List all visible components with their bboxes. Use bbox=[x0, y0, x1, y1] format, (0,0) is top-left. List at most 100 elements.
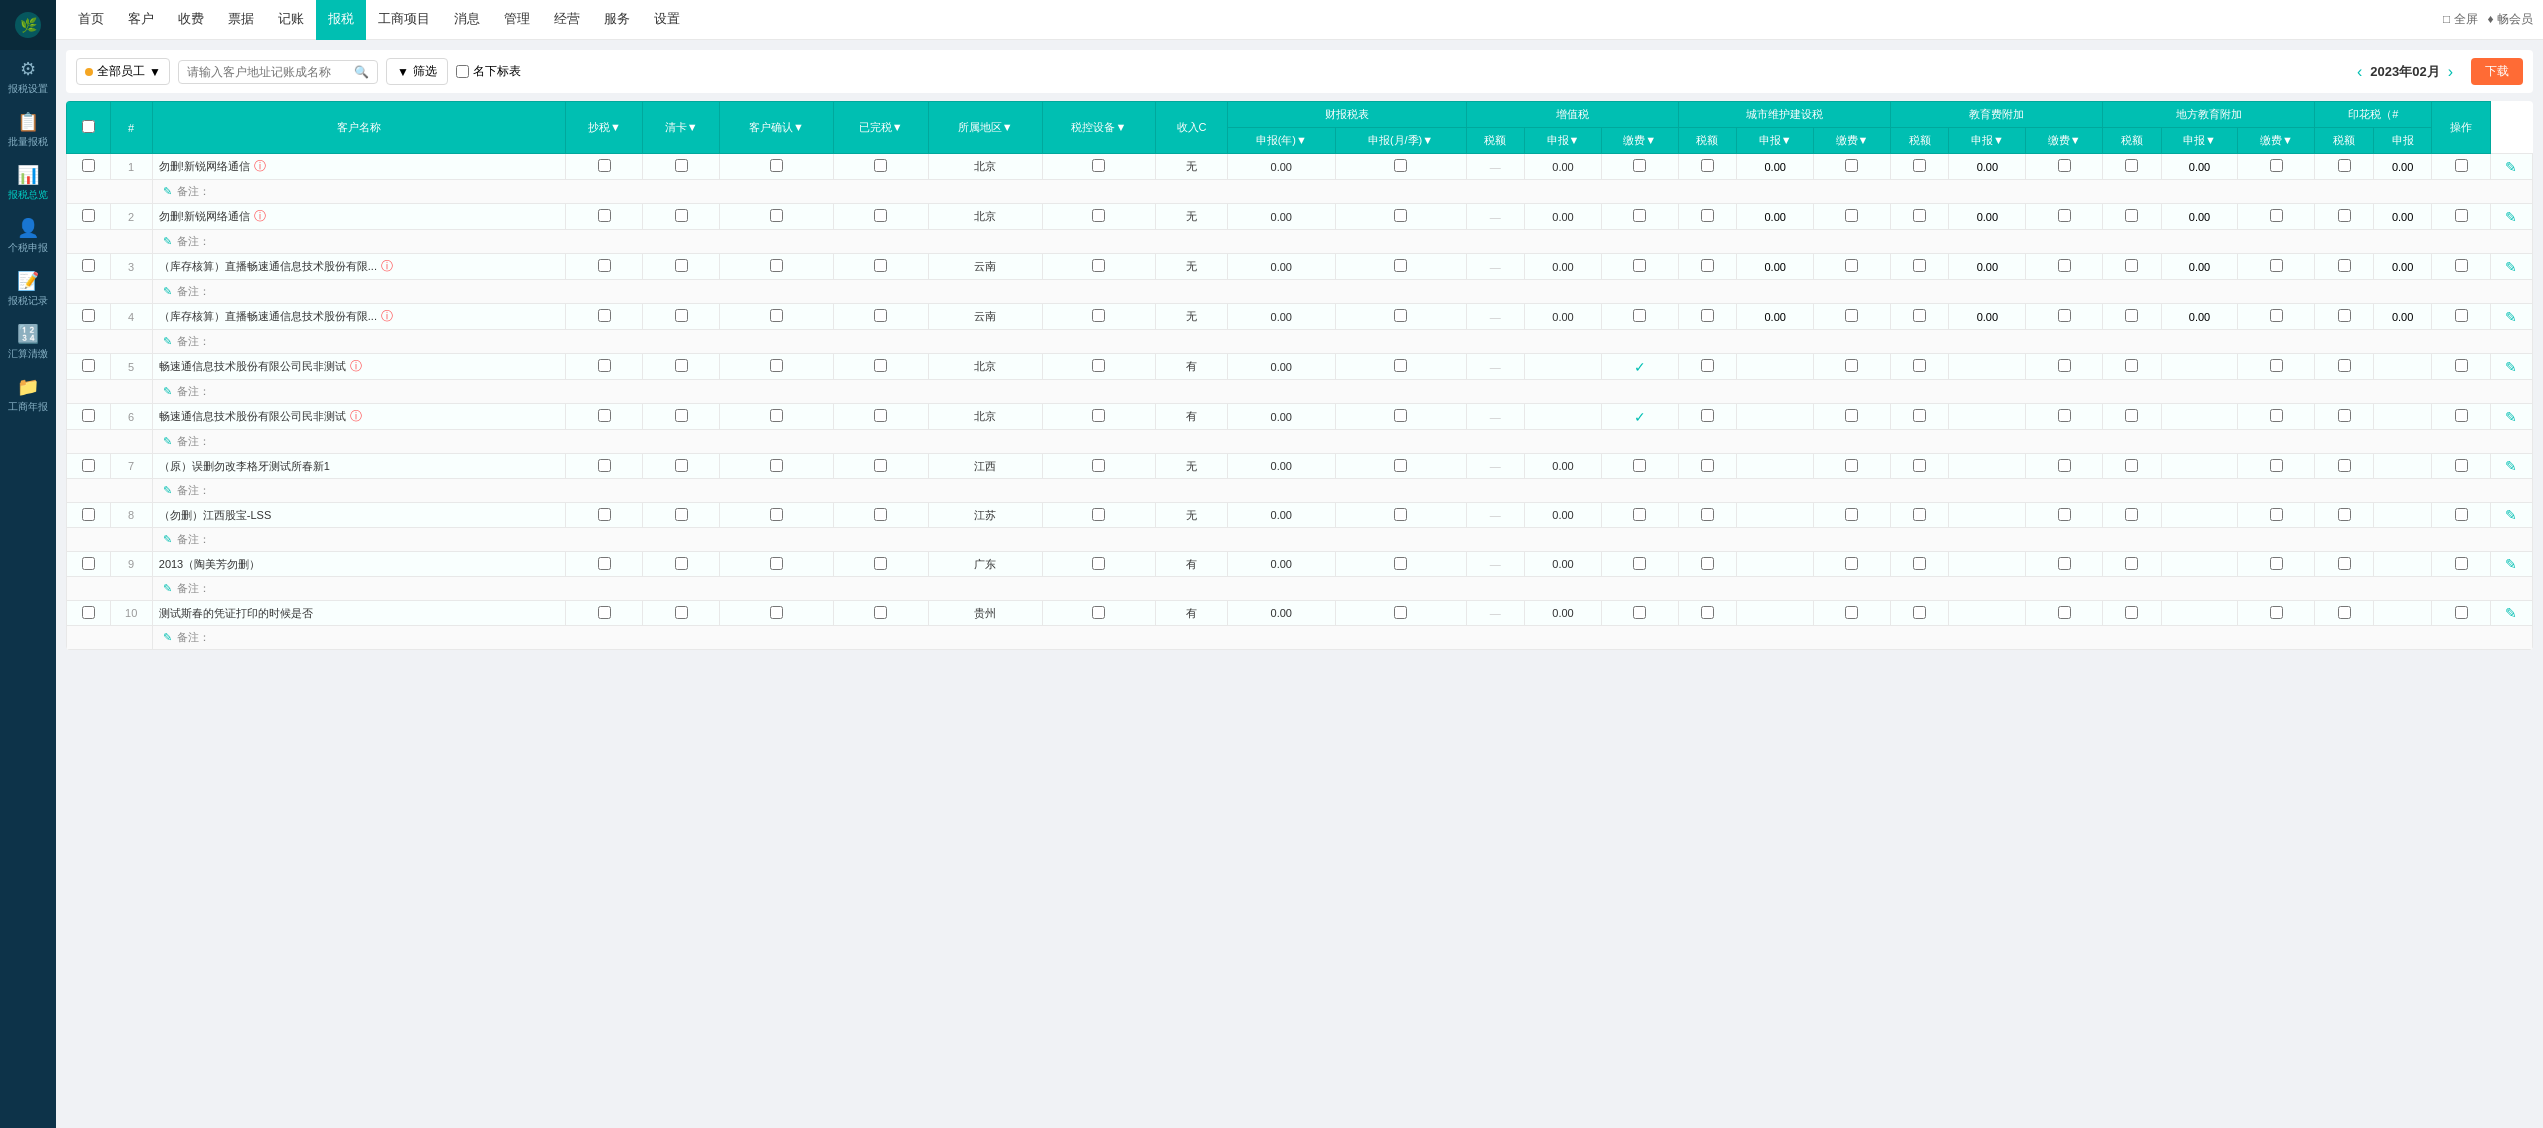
row-checkbox[interactable] bbox=[82, 309, 95, 322]
vat-paid-check[interactable] bbox=[1701, 409, 1714, 422]
tax-device-check[interactable] bbox=[1092, 159, 1105, 172]
sidebar-item-batch-tax[interactable]: 📋 批量报税 bbox=[0, 103, 56, 156]
sidebar-item-settlement[interactable]: 🔢 汇算清缴 bbox=[0, 315, 56, 368]
remark-edit-icon[interactable]: ✎ bbox=[163, 235, 172, 247]
edit-icon[interactable]: ✎ bbox=[2505, 309, 2517, 325]
employee-select[interactable]: 全部员工 ▼ bbox=[76, 58, 170, 85]
confirm-check[interactable] bbox=[770, 557, 783, 570]
filed-check[interactable] bbox=[874, 606, 887, 619]
vat-paid-check[interactable] bbox=[1701, 508, 1714, 521]
tax-copy-check[interactable] bbox=[598, 259, 611, 272]
confirm-check[interactable] bbox=[770, 159, 783, 172]
nav-receipt[interactable]: 票据 bbox=[216, 0, 266, 40]
local-edu-filed-check[interactable] bbox=[2270, 209, 2283, 222]
fullscreen-btn[interactable]: □ 全屏 bbox=[2443, 11, 2478, 28]
local-edu-paid-check[interactable] bbox=[2338, 606, 2351, 619]
city-paid-check[interactable] bbox=[1913, 259, 1926, 272]
edit-icon[interactable]: ✎ bbox=[2505, 556, 2517, 572]
confirm-check[interactable] bbox=[770, 409, 783, 422]
th-vat-paid[interactable]: 缴费▼ bbox=[1601, 128, 1678, 154]
clear-card-check[interactable] bbox=[675, 309, 688, 322]
edu-filed-check[interactable] bbox=[2058, 508, 2071, 521]
th-filed[interactable]: 已完税▼ bbox=[833, 102, 928, 154]
filter-button[interactable]: ▼ 筛选 bbox=[386, 58, 448, 85]
nav-management[interactable]: 管理 bbox=[492, 0, 542, 40]
row-checkbox[interactable] bbox=[82, 259, 95, 272]
edu-filed-check[interactable] bbox=[2058, 309, 2071, 322]
local-edu-filed-check[interactable] bbox=[2270, 409, 2283, 422]
city-filed-check[interactable] bbox=[1845, 606, 1858, 619]
stamp-filed-check[interactable] bbox=[2455, 159, 2468, 172]
th-local-edu-filed[interactable]: 申报▼ bbox=[2161, 128, 2238, 154]
edu-paid-check[interactable] bbox=[2125, 309, 2138, 322]
edu-paid-check[interactable] bbox=[2125, 459, 2138, 472]
local-edu-paid-check[interactable] bbox=[2338, 409, 2351, 422]
remark-edit-icon[interactable]: ✎ bbox=[163, 484, 172, 496]
fin-year-check[interactable] bbox=[1394, 309, 1407, 322]
name-tag-input[interactable] bbox=[456, 65, 469, 78]
select-all-checkbox[interactable] bbox=[82, 120, 95, 133]
clear-card-check[interactable] bbox=[675, 459, 688, 472]
clear-card-check[interactable] bbox=[675, 209, 688, 222]
vat-paid-check[interactable] bbox=[1701, 259, 1714, 272]
local-edu-paid-check[interactable] bbox=[2338, 159, 2351, 172]
th-city-filed[interactable]: 申报▼ bbox=[1737, 128, 1814, 154]
vat-filed-check[interactable] bbox=[1633, 159, 1646, 172]
th-edu-filed[interactable]: 申报▼ bbox=[1949, 128, 2026, 154]
local-edu-filed-check[interactable] bbox=[2270, 359, 2283, 372]
fin-year-check[interactable] bbox=[1394, 557, 1407, 570]
edu-filed-check[interactable] bbox=[2058, 359, 2071, 372]
nav-bookkeeping[interactable]: 记账 bbox=[266, 0, 316, 40]
confirm-check[interactable] bbox=[770, 606, 783, 619]
nav-home[interactable]: 首页 bbox=[66, 0, 116, 40]
stamp-filed-check[interactable] bbox=[2455, 309, 2468, 322]
tax-copy-check[interactable] bbox=[598, 309, 611, 322]
fin-year-check[interactable] bbox=[1394, 359, 1407, 372]
error-icon[interactable]: ⓘ bbox=[381, 259, 393, 273]
row-checkbox[interactable] bbox=[82, 508, 95, 521]
member-btn[interactable]: ♦ 畅会员 bbox=[2488, 11, 2533, 28]
local-edu-paid-check[interactable] bbox=[2338, 459, 2351, 472]
filed-check[interactable] bbox=[874, 159, 887, 172]
tax-copy-check[interactable] bbox=[598, 606, 611, 619]
local-edu-filed-check[interactable] bbox=[2270, 557, 2283, 570]
download-button[interactable]: 下载 bbox=[2471, 58, 2523, 85]
remark-edit-icon[interactable]: ✎ bbox=[163, 533, 172, 545]
tax-copy-check[interactable] bbox=[598, 557, 611, 570]
edu-paid-check[interactable] bbox=[2125, 259, 2138, 272]
tax-device-check[interactable] bbox=[1092, 459, 1105, 472]
edu-filed-check[interactable] bbox=[2058, 409, 2071, 422]
confirm-check[interactable] bbox=[770, 359, 783, 372]
city-paid-check[interactable] bbox=[1913, 459, 1926, 472]
filed-check[interactable] bbox=[874, 259, 887, 272]
vat-filed-check[interactable] bbox=[1633, 459, 1646, 472]
tax-copy-check[interactable] bbox=[598, 459, 611, 472]
search-input[interactable] bbox=[187, 65, 350, 79]
confirm-check[interactable] bbox=[770, 508, 783, 521]
stamp-filed-check[interactable] bbox=[2455, 259, 2468, 272]
edu-filed-check[interactable] bbox=[2058, 159, 2071, 172]
city-filed-check[interactable] bbox=[1845, 209, 1858, 222]
nav-business[interactable]: 工商项目 bbox=[366, 0, 442, 40]
edit-icon[interactable]: ✎ bbox=[2505, 507, 2517, 523]
vat-paid-check[interactable] bbox=[1701, 359, 1714, 372]
vat-paid-check[interactable] bbox=[1701, 459, 1714, 472]
tax-copy-check[interactable] bbox=[598, 159, 611, 172]
row-checkbox[interactable] bbox=[82, 159, 95, 172]
city-filed-check[interactable] bbox=[1845, 159, 1858, 172]
local-edu-filed-check[interactable] bbox=[2270, 309, 2283, 322]
edu-filed-check[interactable] bbox=[2058, 606, 2071, 619]
clear-card-check[interactable] bbox=[675, 359, 688, 372]
nav-fee[interactable]: 收费 bbox=[166, 0, 216, 40]
vat-filed-check[interactable] bbox=[1633, 309, 1646, 322]
th-city-paid[interactable]: 缴费▼ bbox=[1814, 128, 1891, 154]
stamp-filed-check[interactable] bbox=[2455, 359, 2468, 372]
city-paid-check[interactable] bbox=[1913, 557, 1926, 570]
local-edu-filed-check[interactable] bbox=[2270, 459, 2283, 472]
city-filed-check[interactable] bbox=[1845, 459, 1858, 472]
vat-filed-check[interactable] bbox=[1633, 508, 1646, 521]
error-icon[interactable]: ⓘ bbox=[350, 359, 362, 373]
edu-filed-check[interactable] bbox=[2058, 557, 2071, 570]
stamp-filed-check[interactable] bbox=[2455, 409, 2468, 422]
tax-device-check[interactable] bbox=[1092, 259, 1105, 272]
